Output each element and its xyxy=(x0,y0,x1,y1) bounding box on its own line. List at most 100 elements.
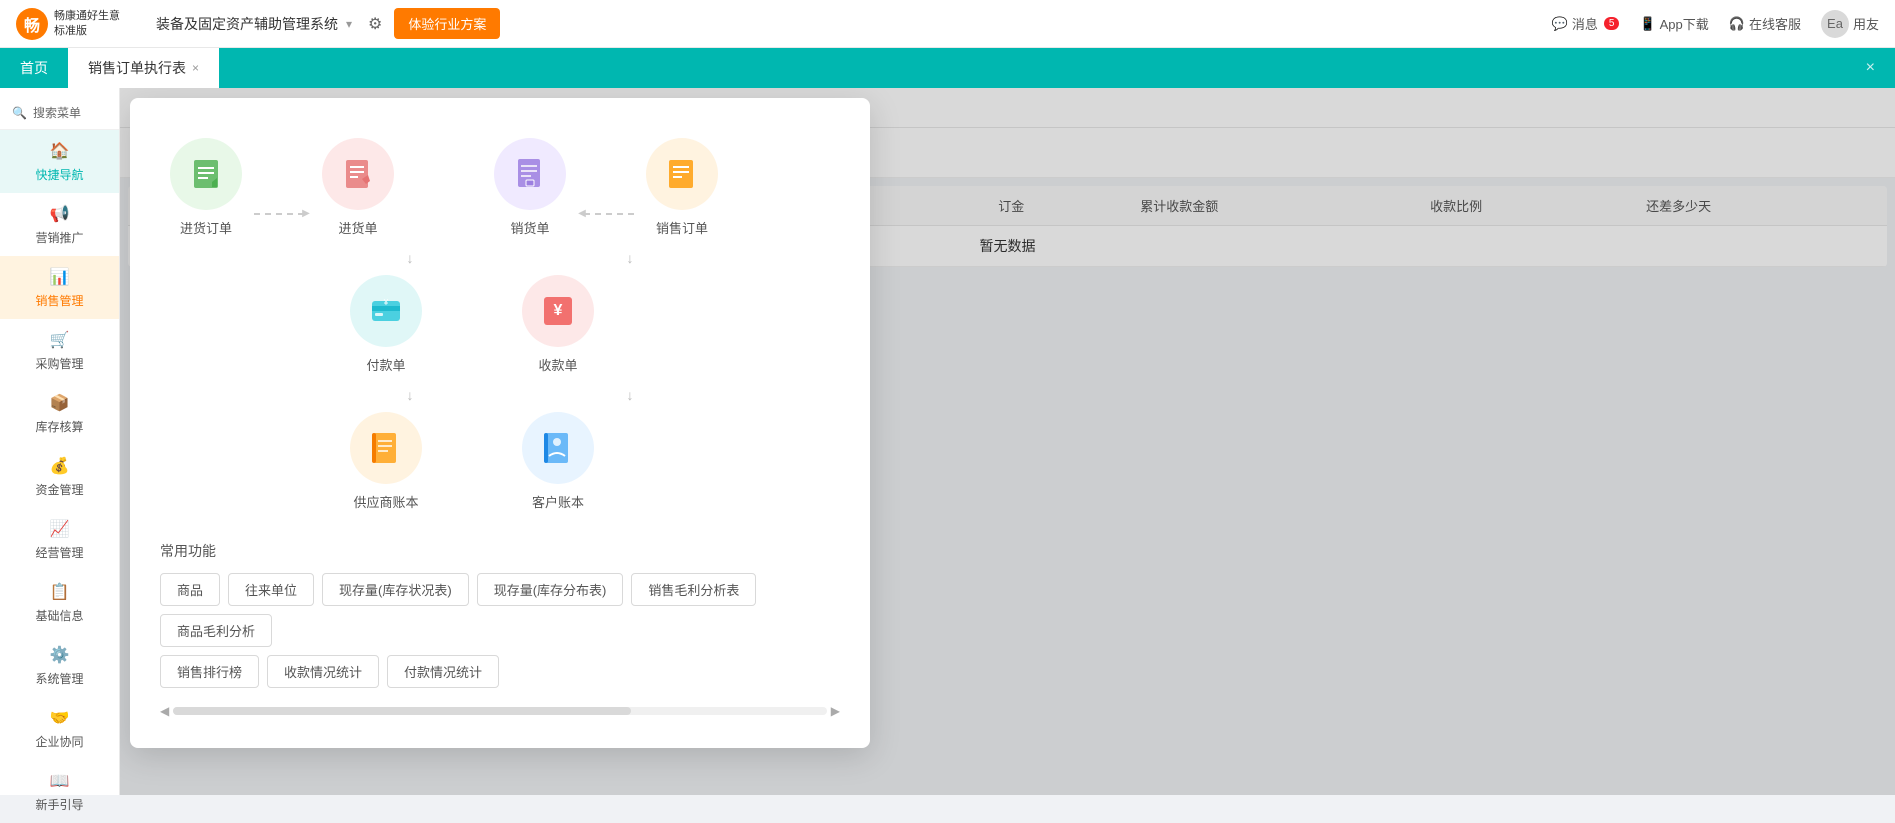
user-area[interactable]: Ea 用友 xyxy=(1821,10,1879,38)
func-btn-stock-dist[interactable]: 现存量(库存分布表) xyxy=(477,573,624,606)
function-buttons-row2: 销售排行榜 收款情况统计 付款情况统计 xyxy=(160,655,840,688)
close-all-tabs-button[interactable]: × xyxy=(1858,55,1883,81)
modal-overlay: 进货订单 xyxy=(120,88,1895,795)
sidebar-item-sales[interactable]: 📊 销售管理 xyxy=(0,256,119,319)
down-arrow-sales: ↓ xyxy=(560,251,700,265)
func-btn-product-profit[interactable]: 商品毛利分析 xyxy=(160,614,272,647)
home-icon: 🏠 xyxy=(49,140,71,162)
sales-order-circle xyxy=(646,138,718,210)
flow-row3: ¥ 付款单 ¥ 收款单 xyxy=(160,265,840,384)
flow-node-payment[interactable]: ¥ 付款单 xyxy=(340,265,432,384)
system-icon: ⚙️ xyxy=(49,644,71,666)
flow-node-customer-ledger[interactable]: 客户账本 xyxy=(512,402,604,521)
common-functions-title: 常用功能 xyxy=(160,541,840,561)
receipt-circle: ¥ xyxy=(522,275,594,347)
search-menu-item[interactable]: 🔍 搜索菜单 xyxy=(0,96,119,130)
flow-node-sales-order[interactable]: 销售订单 xyxy=(636,128,728,247)
management-icon: 📈 xyxy=(49,518,71,540)
gear-button[interactable]: ⚙ xyxy=(368,14,382,34)
func-btn-payment-stats[interactable]: 付款情况统计 xyxy=(387,655,499,688)
arrow-purchase-order-to-note xyxy=(252,208,312,247)
system-title-area: 装备及固定资产辅助管理系统 ▾ ⚙ xyxy=(156,14,382,34)
down-arrow-payment: ↓ xyxy=(340,388,480,402)
logo-icon: 畅 xyxy=(16,8,48,40)
logo-area: 畅 畅康通好生意 标准版 xyxy=(16,8,136,40)
down-arrow-receipt: ↓ xyxy=(560,388,700,402)
sidebar-item-inventory[interactable]: 📦 库存核算 xyxy=(0,382,119,445)
flow-node-supplier-ledger[interactable]: 供应商账本 xyxy=(340,402,432,521)
func-btn-product[interactable]: 商品 xyxy=(160,573,220,606)
h-arrow-left-1 xyxy=(576,208,636,219)
modal-scrollbar: ◀ ▶ xyxy=(160,704,840,718)
basic-info-icon: 📋 xyxy=(49,581,71,603)
tab-sales-order-execution[interactable]: 销售订单执行表 × xyxy=(68,48,219,88)
content-area: ❓ 帮助 🖨 按模板打印 ▾ ⬆ 导出 🔄 刷新 📅 xyxy=(120,88,1895,795)
customer-ledger-circle xyxy=(522,412,594,484)
func-btn-stock-status[interactable]: 现存量(库存状况表) xyxy=(322,573,469,606)
func-btn-sales-profit-analysis[interactable]: 销售毛利分析表 xyxy=(631,573,756,606)
system-title-text: 装备及固定资产辅助管理系统 xyxy=(156,14,338,34)
app-download-button[interactable]: 📱 App下载 xyxy=(1639,14,1708,33)
top-header: 畅 畅康通好生意 标准版 装备及固定资产辅助管理系统 ▾ ⚙ 体验行业方案 💬 … xyxy=(0,0,1895,48)
flow-node-sales-note[interactable]: 销货单 xyxy=(484,128,576,247)
supplier-ledger-circle xyxy=(350,412,422,484)
avatar-placeholder: Ea xyxy=(1827,16,1843,31)
nav-tabs: 首页 销售订单执行表 × × xyxy=(0,48,1895,88)
message-badge: 5 xyxy=(1604,17,1620,30)
scroll-right-arrow[interactable]: ▶ xyxy=(831,704,840,718)
scrollbar-track[interactable] xyxy=(173,707,827,715)
flow-node-purchase-order[interactable]: 进货订单 xyxy=(160,128,252,247)
sidebar: 🔍 搜索菜单 🏠 快捷导航 📢 营销推广 📊 销售管理 🛒 采购管理 📦 库存核… xyxy=(0,88,120,795)
scroll-left-arrow[interactable]: ◀ xyxy=(160,704,169,718)
sidebar-item-marketing[interactable]: 📢 营销推广 xyxy=(0,193,119,256)
enterprise-icon: 🤝 xyxy=(49,707,71,729)
payment-circle: ¥ xyxy=(350,275,422,347)
tab-home[interactable]: 首页 xyxy=(0,48,68,88)
down-arrow-purchase: ↓ xyxy=(340,251,480,265)
flow-node-receipt[interactable]: ¥ 收款单 xyxy=(512,265,604,384)
purchase-order-circle xyxy=(170,138,242,210)
search-icon: 🔍 xyxy=(12,106,27,120)
purchase-icon: 🛒 xyxy=(49,329,71,351)
online-service-button[interactable]: 🎧 在线客服 xyxy=(1729,14,1801,33)
sidebar-item-purchase[interactable]: 🛒 采购管理 xyxy=(0,319,119,382)
finance-icon: 💰 xyxy=(49,455,71,477)
function-buttons-row1: 商品 往来单位 现存量(库存状况表) 现存量(库存分布表) 销售毛利分析表 商品… xyxy=(160,573,840,647)
main-layout: 🔍 搜索菜单 🏠 快捷导航 📢 营销推广 📊 销售管理 🛒 采购管理 📦 库存核… xyxy=(0,88,1895,795)
system-dropdown-arrow[interactable]: ▾ xyxy=(346,17,352,31)
trial-button[interactable]: 体验行业方案 xyxy=(394,8,500,39)
func-btn-receipt-stats[interactable]: 收款情况统计 xyxy=(267,655,379,688)
sidebar-item-management[interactable]: 📈 经营管理 xyxy=(0,508,119,571)
flow-node-purchase-note[interactable]: 进货单 xyxy=(312,128,404,247)
user-avatar: Ea xyxy=(1821,10,1849,38)
sales-icon: 📊 xyxy=(49,266,71,288)
logo-text: 畅康通好生意 标准版 xyxy=(54,9,120,38)
sidebar-item-guide[interactable]: 📖 新手引导 xyxy=(0,760,119,823)
sidebar-item-system[interactable]: ⚙️ 系统管理 xyxy=(0,634,119,697)
sidebar-item-quick-nav[interactable]: 🏠 快捷导航 xyxy=(0,130,119,193)
message-icon: 💬 xyxy=(1552,16,1568,32)
flow-row2-arrows: ↓ ↓ xyxy=(160,251,840,265)
svg-text:¥: ¥ xyxy=(383,298,389,307)
guide-icon: 📖 xyxy=(49,770,71,792)
marketing-icon: 📢 xyxy=(49,203,71,225)
header-right: 💬 消息 5 📱 App下载 🎧 在线客服 Ea 用友 xyxy=(1552,10,1879,38)
message-button[interactable]: 💬 消息 5 xyxy=(1552,14,1620,33)
sidebar-item-basic-info[interactable]: 📋 基础信息 xyxy=(0,571,119,634)
func-btn-partner[interactable]: 往来单位 xyxy=(228,573,314,606)
h-arrow-right-1 xyxy=(252,208,312,219)
app-icon: 📱 xyxy=(1639,16,1655,32)
modal-panel: 进货订单 xyxy=(130,98,870,748)
purchase-note-circle xyxy=(322,138,394,210)
sidebar-item-finance[interactable]: 💰 资金管理 xyxy=(0,445,119,508)
flow-row4-arrows: ↓ ↓ xyxy=(160,388,840,402)
flow-row1: 进货订单 xyxy=(160,128,840,247)
close-tab-icon[interactable]: × xyxy=(192,61,199,75)
arrow-sales-order-to-note xyxy=(576,208,636,247)
sales-note-circle xyxy=(494,138,566,210)
func-btn-sales-ranking[interactable]: 销售排行榜 xyxy=(160,655,259,688)
headset-icon: 🎧 xyxy=(1729,16,1745,32)
flow-row5: 供应商账本 客户账本 xyxy=(160,402,840,521)
svg-text:¥: ¥ xyxy=(554,302,563,319)
sidebar-item-enterprise[interactable]: 🤝 企业协同 xyxy=(0,697,119,760)
